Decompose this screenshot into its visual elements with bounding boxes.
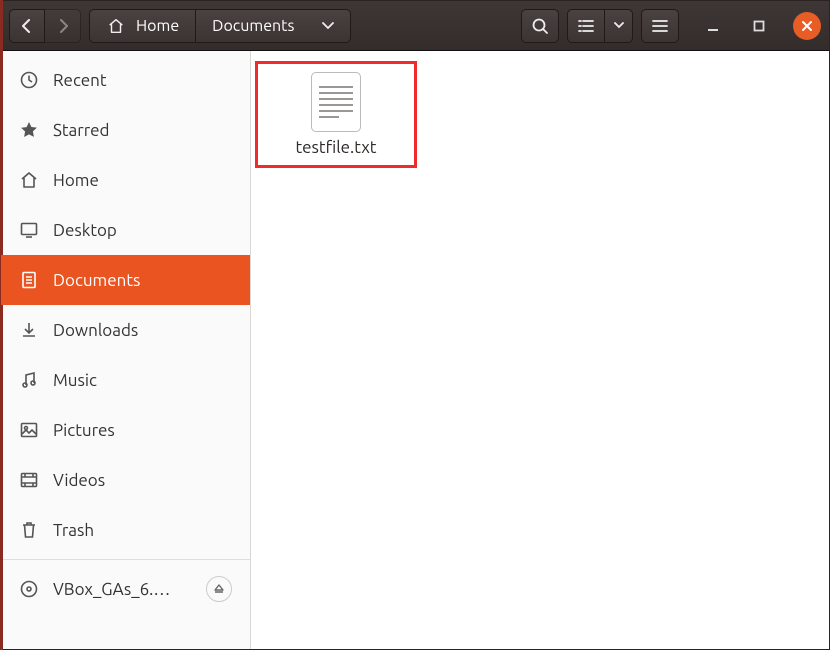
chevron-down-icon	[322, 22, 334, 30]
sidebar: Recent Starred Home Desktop	[1, 51, 251, 649]
sidebar-item-label: Downloads	[53, 321, 232, 340]
sidebar-item-label: Videos	[53, 471, 232, 490]
path-segment-current-label: Documents	[212, 17, 294, 35]
forward-button[interactable]	[45, 9, 81, 43]
sidebar-item-label: Pictures	[53, 421, 232, 440]
file-label: testfile.txt	[296, 138, 377, 157]
path-segment-home-label: Home	[136, 17, 179, 35]
sidebar-item-home[interactable]: Home	[1, 155, 250, 205]
sidebar-item-desktop[interactable]: Desktop	[1, 205, 250, 255]
desktop-icon	[19, 220, 39, 240]
hamburger-icon	[652, 19, 668, 33]
sidebar-item-documents[interactable]: Documents	[1, 255, 250, 305]
search-icon	[531, 17, 549, 35]
home-icon	[19, 170, 39, 190]
sidebar-item-starred[interactable]: Starred	[1, 105, 250, 155]
sidebar-item-label: Recent	[53, 71, 232, 90]
eject-icon	[213, 583, 225, 595]
trash-icon	[19, 520, 39, 540]
star-icon	[19, 120, 39, 140]
path-bar: Home Documents	[89, 9, 351, 43]
pictures-icon	[19, 420, 39, 440]
maximize-button[interactable]	[747, 9, 771, 43]
sidebar-item-downloads[interactable]: Downloads	[1, 305, 250, 355]
chevron-down-icon	[614, 22, 624, 29]
maximize-icon	[753, 20, 765, 32]
sidebar-item-pictures[interactable]: Pictures	[1, 405, 250, 455]
path-segment-home[interactable]: Home	[89, 9, 196, 43]
nav-buttons	[9, 9, 81, 43]
sidebar-item-label: Music	[53, 371, 232, 390]
sidebar-item-trash[interactable]: Trash	[1, 505, 250, 555]
sidebar-item-label: Trash	[53, 521, 232, 540]
documents-icon	[19, 270, 39, 290]
sidebar-item-label: Home	[53, 171, 232, 190]
close-icon	[801, 20, 813, 32]
sidebar-item-label: Documents	[53, 271, 232, 290]
eject-button[interactable]	[206, 576, 232, 602]
minimize-icon	[706, 19, 720, 33]
list-icon	[577, 19, 595, 33]
close-button[interactable]	[793, 12, 821, 40]
videos-icon	[19, 470, 39, 490]
file-manager-window: Home Documents	[0, 0, 830, 650]
downloads-icon	[19, 320, 39, 340]
sidebar-mount-label: VBox_GAs_6.…	[53, 580, 192, 599]
sidebar-item-videos[interactable]: Videos	[1, 455, 250, 505]
path-segment-current[interactable]: Documents	[196, 9, 351, 43]
file-grid[interactable]: testfile.txt	[251, 51, 829, 649]
view-buttons	[567, 9, 633, 43]
sidebar-item-recent[interactable]: Recent	[1, 55, 250, 105]
header-bar: Home Documents	[1, 1, 829, 51]
sidebar-mount-vbox[interactable]: VBox_GAs_6.…	[1, 564, 250, 614]
home-icon	[106, 16, 126, 36]
disc-icon	[19, 579, 39, 599]
clock-icon	[19, 70, 39, 90]
sidebar-divider	[1, 559, 250, 560]
sidebar-item-label: Starred	[53, 121, 232, 140]
file-item-testfile[interactable]: testfile.txt	[255, 61, 417, 168]
sidebar-item-label: Desktop	[53, 221, 232, 240]
search-button[interactable]	[521, 9, 559, 43]
view-list-button[interactable]	[567, 9, 605, 43]
hamburger-menu-button[interactable]	[641, 9, 679, 43]
music-icon	[19, 370, 39, 390]
text-file-icon	[311, 72, 361, 132]
view-dropdown-button[interactable]	[605, 9, 633, 43]
back-button[interactable]	[9, 9, 45, 43]
minimize-button[interactable]	[701, 9, 725, 43]
sidebar-item-music[interactable]: Music	[1, 355, 250, 405]
body: Recent Starred Home Desktop	[1, 51, 829, 649]
